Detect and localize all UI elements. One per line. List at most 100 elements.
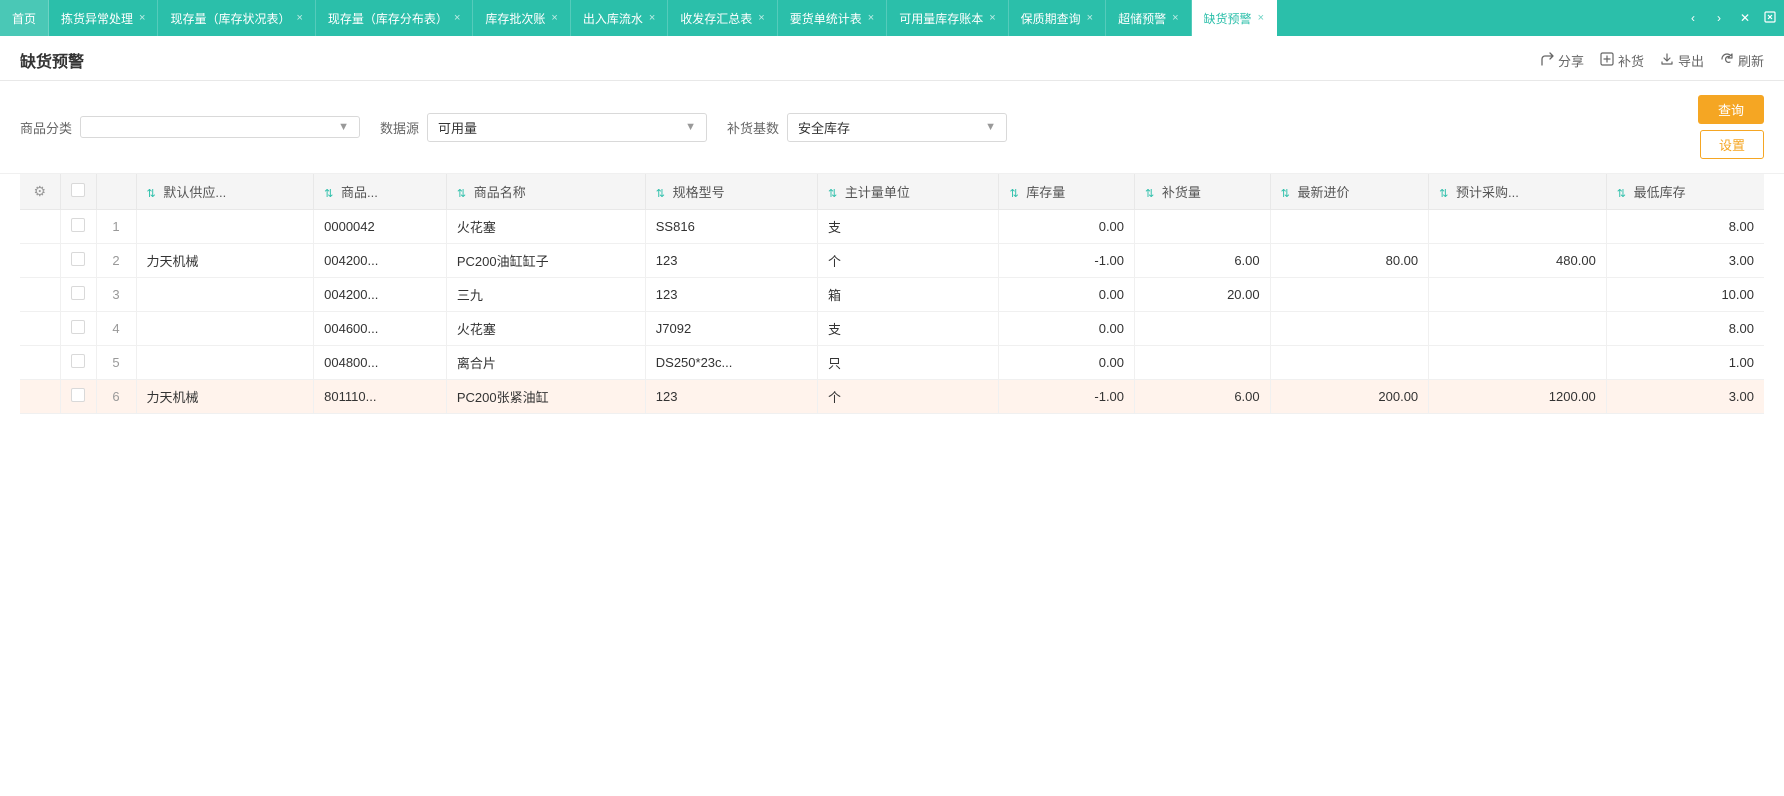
category-select[interactable]: ▼ [80,116,360,138]
replenish-base-label: 补货基数 [727,118,779,137]
tab-close-icon[interactable]: × [454,12,460,24]
table-row: 6力天机械801110...PC200张紧油缸123个-1.006.00200.… [20,380,1764,414]
page-header: 缺货预警 分享 [0,36,1784,81]
export-icon [1660,52,1674,69]
tab-item-overstock[interactable]: 超储预警× [1106,0,1191,36]
settings-button[interactable]: 设置 [1700,130,1764,159]
row-checkbox[interactable] [71,320,85,334]
tab-prev-button[interactable]: ‹ [1680,0,1706,36]
cell-product-name: PC200张紧油缸 [446,380,645,414]
sort-icon-latest-price: ⇅ [1281,188,1290,200]
tab-close-all-button[interactable]: ​ [1758,0,1784,36]
filter-actions: 查询 设置 [1698,95,1764,159]
table-row: 5004800...离合片DS250*23c...只0.001.00 [20,346,1764,380]
cell-estimated-purchase [1429,210,1607,244]
col-header-min-stock[interactable]: ⇅ 最低库存 [1606,174,1764,210]
share-label: 分享 [1558,51,1584,70]
tab-close-icon[interactable]: × [758,12,764,24]
col-header-index [96,174,136,210]
replenish-base-select[interactable]: 安全库存 ▼ [787,113,1007,142]
tab-item-demand-stats[interactable]: 要货单统计表× [778,0,887,36]
col-header-stock[interactable]: ⇅ 库存量 [999,174,1135,210]
tab-close-icon[interactable]: × [649,12,655,24]
row-checkbox[interactable] [71,218,85,232]
tab-next-button[interactable]: › [1706,0,1732,36]
table-row: 4004600...火花塞J7092支0.008.00 [20,312,1764,346]
tab-item-exception[interactable]: 拣货异常处理× [49,0,158,36]
col-header-settings[interactable]: ⚙ [20,174,60,210]
page-title: 缺货预警 [20,48,84,72]
replenish-button[interactable]: 补货 [1600,51,1644,70]
tab-label: 现存量（库存分布表） [328,10,448,27]
tab-item-available-ledger[interactable]: 可用量库存账本× [887,0,1008,36]
export-button[interactable]: 导出 [1660,51,1704,70]
cell-stock: -1.00 [999,244,1135,278]
cell-product-code: 0000042 [314,210,447,244]
col-header-product-name[interactable]: ⇅ 商品名称 [446,174,645,210]
cell-supplier [136,312,314,346]
cell-unit: 支 [817,210,998,244]
cell-settings [20,244,60,278]
settings-gear-icon[interactable]: ⚙ [33,183,46,199]
tab-close-icon[interactable]: × [1172,12,1178,24]
col-header-supplier[interactable]: ⇅ 默认供应... [136,174,314,210]
category-arrow-icon: ▼ [338,121,349,133]
tab-close-icon[interactable]: × [1258,12,1264,24]
row-checkbox[interactable] [71,286,85,300]
cell-index: 1 [96,210,136,244]
col-header-spec[interactable]: ⇅ 规格型号 [645,174,817,210]
datasource-select[interactable]: 可用量 ▼ [427,113,707,142]
tab-close-icon[interactable]: × [551,12,557,24]
col-header-replenish-qty[interactable]: ⇅ 补货量 [1135,174,1271,210]
replenish-icon [1600,52,1614,69]
tab-close-icon[interactable]: × [868,12,874,24]
cell-product-code: 004800... [314,346,447,380]
col-header-product-code-label: 商品... [341,185,378,200]
tab-item-shortage[interactable]: 缺货预警× [1192,0,1277,36]
cell-estimated-purchase: 480.00 [1429,244,1607,278]
cell-product-name: 三九 [446,278,645,312]
tab-close-icon[interactable]: × [1087,12,1093,24]
tab-item-inventory-status[interactable]: 现存量（库存状况表）× [158,0,315,36]
row-checkbox[interactable] [71,354,85,368]
sort-icon-product-code: ⇅ [324,188,333,200]
col-header-unit[interactable]: ⇅ 主计量单位 [817,174,998,210]
cell-settings [20,210,60,244]
tab-close-button[interactable]: ✕ [1732,0,1758,36]
cell-check [60,380,96,414]
row-checkbox[interactable] [71,388,85,402]
table-header-row: ⚙ ⇅ 默认供应... ⇅ 商品... [20,174,1764,210]
cell-product-name: 火花塞 [446,210,645,244]
cell-estimated-purchase: 1200.00 [1429,380,1607,414]
tab-close-icon[interactable]: × [296,12,302,24]
row-checkbox[interactable] [71,252,85,266]
tab-item-inventory-dist[interactable]: 现存量（库存分布表） × [316,0,473,36]
header-checkbox[interactable] [71,183,85,197]
query-button[interactable]: 查询 [1698,95,1764,124]
tab-item-collect-summary[interactable]: 收发存汇总表× [668,0,777,36]
cell-supplier [136,210,314,244]
datasource-filter-group: 数据源 可用量 ▼ [380,113,707,142]
tab-item-home[interactable]: 首页 [0,0,49,36]
cell-min-stock: 3.00 [1606,380,1764,414]
col-header-check[interactable] [60,174,96,210]
sort-icon-replenish-qty: ⇅ [1145,188,1154,200]
tab-item-batch-account[interactable]: 库存批次账× [473,0,570,36]
replenish-base-filter-group: 补货基数 安全库存 ▼ [727,113,1007,142]
cell-settings [20,312,60,346]
col-header-estimated-purchase[interactable]: ⇅ 预计采购... [1429,174,1607,210]
cell-unit: 箱 [817,278,998,312]
tab-item-inout-flow[interactable]: 出入库流水× [571,0,668,36]
tab-close-icon[interactable]: × [989,12,995,24]
col-header-product-code[interactable]: ⇅ 商品... [314,174,447,210]
cell-stock: -1.00 [999,380,1135,414]
share-button[interactable]: 分享 [1540,51,1584,70]
cell-stock: 0.00 [999,312,1135,346]
category-label: 商品分类 [20,118,72,137]
refresh-button[interactable]: 刷新 [1720,51,1764,70]
tab-close-icon[interactable]: × [139,12,145,24]
cell-supplier [136,346,314,380]
tab-item-expiry-query[interactable]: 保质期查询× [1009,0,1106,36]
col-header-latest-price[interactable]: ⇅ 最新进价 [1270,174,1429,210]
cell-latest-price [1270,346,1429,380]
